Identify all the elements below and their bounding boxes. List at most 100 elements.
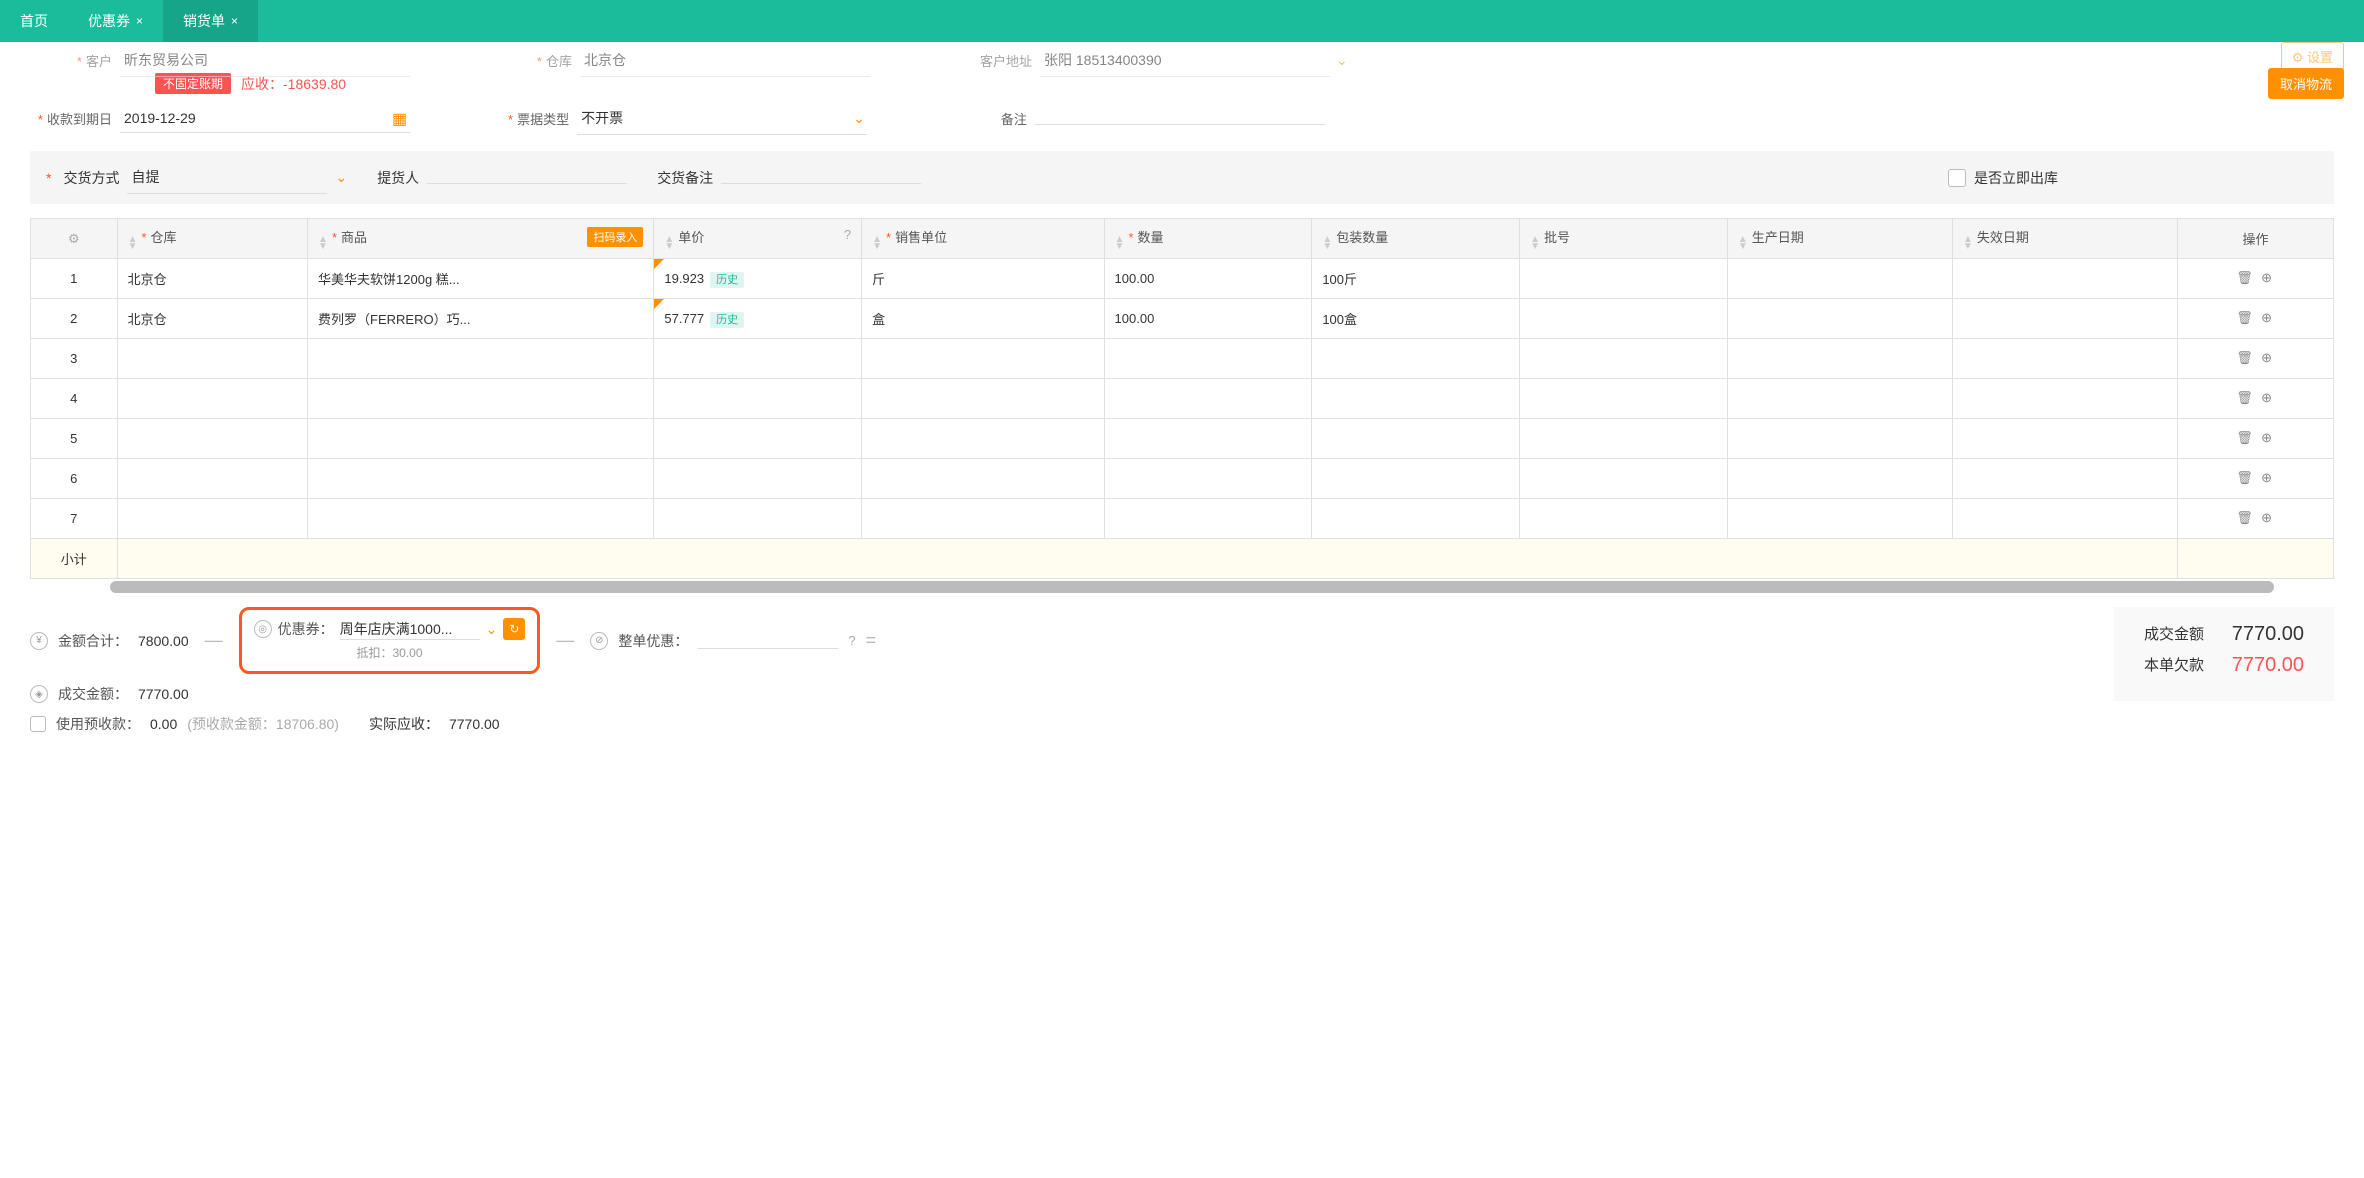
delete-row-icon[interactable]: 🗑 [2236, 350, 2254, 368]
picker-field[interactable] [427, 171, 627, 184]
sort-icon[interactable]: ▲▼ [1963, 236, 1973, 250]
gear-icon[interactable]: ⚙ [68, 231, 80, 246]
cell-expire-date[interactable] [1952, 259, 2177, 299]
customer-field[interactable]: 昕东贸易公司 [120, 44, 410, 77]
cell-prod-date[interactable] [1727, 299, 1952, 339]
chevron-down-icon[interactable]: ⌄ [335, 169, 347, 186]
cell-price[interactable]: 19.923历史 [654, 259, 862, 299]
cell-pack[interactable]: 100斤 [1312, 259, 1520, 299]
cell-pack[interactable] [1312, 339, 1520, 379]
table-row[interactable]: 5🗑⊕ [31, 419, 2334, 459]
cell-expire-date[interactable] [1952, 299, 2177, 339]
immediate-out-checkbox[interactable] [1948, 169, 1966, 187]
cell-unit[interactable]: 盒 [862, 299, 1104, 339]
close-icon[interactable]: × [231, 14, 238, 28]
cell-qty[interactable] [1104, 499, 1312, 539]
cell-prod-date[interactable] [1727, 259, 1952, 299]
cell-batch[interactable] [1520, 339, 1728, 379]
cell-unit[interactable] [862, 339, 1104, 379]
settings-button[interactable]: ⚙ 设置 [2281, 42, 2344, 71]
cell-batch[interactable] [1520, 419, 1728, 459]
coupon-select[interactable]: 周年店庆满1000... [340, 619, 480, 640]
help-icon[interactable]: ? [848, 633, 855, 648]
addr-field[interactable]: 张阳 18513400390 [1040, 44, 1330, 77]
cell-pack[interactable] [1312, 459, 1520, 499]
history-tag[interactable]: 历史 [710, 272, 744, 288]
tab-coupon[interactable]: 优惠券× [68, 0, 163, 42]
cell-pack[interactable] [1312, 499, 1520, 539]
cell-pack[interactable]: 100盒 [1312, 299, 1520, 339]
remark-field[interactable] [1035, 112, 1325, 125]
cell-qty[interactable] [1104, 339, 1312, 379]
delete-row-icon[interactable]: 🗑 [2236, 390, 2254, 408]
cell-expire-date[interactable] [1952, 339, 2177, 379]
cell-batch[interactable] [1520, 379, 1728, 419]
sort-icon[interactable]: ▲▼ [1530, 236, 1540, 250]
table-row[interactable]: 6🗑⊕ [31, 459, 2334, 499]
close-icon[interactable]: × [136, 14, 143, 28]
due-date-field[interactable]: 2019-12-29 [120, 104, 410, 133]
cell-price[interactable] [654, 459, 862, 499]
add-row-icon[interactable]: ⊕ [2258, 390, 2276, 408]
cell-qty[interactable] [1104, 419, 1312, 459]
cell-unit[interactable] [862, 419, 1104, 459]
use-prepay-checkbox[interactable] [30, 716, 46, 732]
cell-pack[interactable] [1312, 419, 1520, 459]
cancel-shipping-button[interactable]: 取消物流 [2268, 68, 2344, 99]
add-row-icon[interactable]: ⊕ [2258, 510, 2276, 528]
cell-warehouse[interactable] [117, 459, 307, 499]
add-row-icon[interactable]: ⊕ [2258, 310, 2276, 328]
cell-expire-date[interactable] [1952, 379, 2177, 419]
cell-batch[interactable] [1520, 299, 1728, 339]
invoice-type-field[interactable]: 不开票 [577, 102, 867, 135]
chevron-down-icon[interactable]: ⌄ [853, 110, 865, 127]
cell-price[interactable]: 57.777历史 [654, 299, 862, 339]
add-row-icon[interactable]: ⊕ [2258, 430, 2276, 448]
cell-prod-date[interactable] [1727, 379, 1952, 419]
history-tag[interactable]: 历史 [710, 312, 744, 328]
table-row[interactable]: 4🗑⊕ [31, 379, 2334, 419]
delivery-remark-field[interactable] [721, 171, 921, 184]
sort-icon[interactable]: ▲▼ [664, 236, 674, 250]
cell-warehouse[interactable]: 北京仓 [117, 259, 307, 299]
tab-sales-order[interactable]: 销货单× [163, 0, 258, 42]
table-row[interactable]: 3🗑⊕ [31, 339, 2334, 379]
cell-batch[interactable] [1520, 499, 1728, 539]
add-row-icon[interactable]: ⊕ [2258, 270, 2276, 288]
sort-icon[interactable]: ▲▼ [1115, 236, 1125, 250]
add-row-icon[interactable]: ⊕ [2258, 350, 2276, 368]
delete-row-icon[interactable]: 🗑 [2236, 310, 2254, 328]
help-icon[interactable]: ? [844, 227, 851, 242]
scan-entry-button[interactable]: 扫码录入 [587, 227, 643, 247]
cell-prod-date[interactable] [1727, 499, 1952, 539]
delivery-method-field[interactable]: 自提 [127, 161, 327, 194]
cell-product[interactable]: 华美华夫软饼1200g 糕... [308, 259, 654, 299]
sort-icon[interactable]: ▲▼ [318, 236, 328, 250]
sort-icon[interactable]: ▲▼ [872, 236, 882, 250]
table-row[interactable]: 2北京仓费列罗（FERRERO）巧...57.777历史盒100.00100盒🗑… [31, 299, 2334, 339]
cell-warehouse[interactable] [117, 339, 307, 379]
cell-qty[interactable] [1104, 459, 1312, 499]
cell-pack[interactable] [1312, 379, 1520, 419]
cell-batch[interactable] [1520, 259, 1728, 299]
delete-row-icon[interactable]: 🗑 [2236, 470, 2254, 488]
cell-product[interactable]: 费列罗（FERRERO）巧... [308, 299, 654, 339]
cell-qty[interactable] [1104, 379, 1312, 419]
cell-product[interactable] [308, 339, 654, 379]
warehouse-field[interactable]: 北京仓 [580, 44, 870, 77]
cell-expire-date[interactable] [1952, 499, 2177, 539]
horizontal-scrollbar[interactable] [110, 581, 2274, 593]
cell-unit[interactable] [862, 459, 1104, 499]
cell-product[interactable] [308, 379, 654, 419]
cell-product[interactable] [308, 499, 654, 539]
cell-unit[interactable]: 斤 [862, 259, 1104, 299]
cell-product[interactable] [308, 459, 654, 499]
chevron-down-icon[interactable]: ⌄ [486, 621, 498, 638]
add-row-icon[interactable]: ⊕ [2258, 470, 2276, 488]
sort-icon[interactable]: ▲▼ [1738, 236, 1748, 250]
cell-price[interactable] [654, 379, 862, 419]
cell-batch[interactable] [1520, 459, 1728, 499]
cell-prod-date[interactable] [1727, 339, 1952, 379]
cell-qty[interactable]: 100.00 [1104, 299, 1312, 339]
cell-qty[interactable]: 100.00 [1104, 259, 1312, 299]
